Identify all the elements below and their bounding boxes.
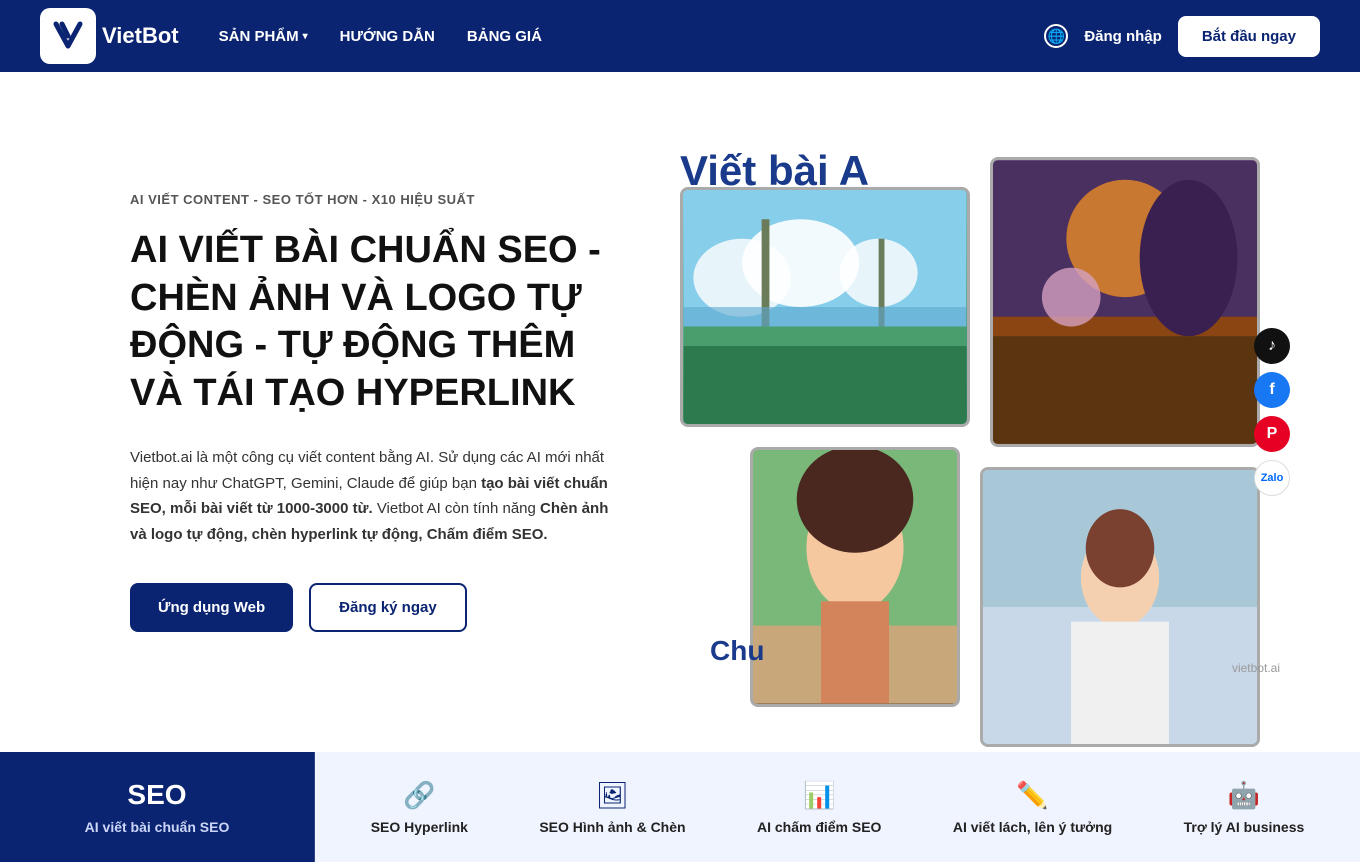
feature-seo-score-label: AI chấm điểm SEO (757, 819, 881, 835)
hero-img-portrait-anime (750, 447, 960, 707)
login-button[interactable]: Đăng nhập (1084, 28, 1162, 45)
hero-left: AI VIẾT CONTENT - SEO TỐT HƠN - X10 HIỆU… (130, 192, 610, 632)
web-app-button[interactable]: Ứng dụng Web (130, 583, 293, 632)
ai-business-icon: 🤖 (1228, 780, 1260, 811)
hero-title: AI VIẾT BÀI CHUẨN SEO - CHÈN ẢNH VÀ LOGO… (130, 227, 610, 417)
zalo-icon: Zalo (1261, 472, 1284, 484)
portrait-white-svg (983, 470, 1257, 744)
tiktok-button[interactable]: ♪ (1254, 328, 1290, 364)
hero-watermark: vietbot.ai (1232, 661, 1280, 675)
feature-hyperlink[interactable]: 🔗 SEO Hyperlink (361, 760, 478, 855)
pinterest-button[interactable]: P (1254, 416, 1290, 452)
hero-img-portrait-horse (990, 157, 1260, 447)
logo-box (40, 8, 96, 64)
seo-subtitle: AI viết bài chuẩn SEO (85, 819, 230, 835)
nav-san-pham[interactable]: SẢN PHẨM ▾ (219, 28, 308, 45)
nav-links: SẢN PHẨM ▾ HƯỚNG DẪN BẢNG GIÁ (219, 28, 1045, 45)
feature-writing-label: AI viết lách, lên ý tưởng (953, 819, 1112, 835)
hero-chu-label: Chu (710, 635, 764, 667)
hero-images: Viết bài A (650, 137, 1290, 687)
feature-ai-business-label: Trợ lý AI business (1184, 819, 1305, 835)
language-button[interactable]: 🌐 (1044, 24, 1068, 48)
navbar: VietBot SẢN PHẨM ▾ HƯỚNG DẪN BẢNG GIÁ 🌐 … (0, 0, 1360, 72)
hyperlink-icon: 🔗 (403, 780, 435, 811)
zalo-button[interactable]: Zalo (1254, 460, 1290, 496)
hero-description: Vietbot.ai là một công cụ viết content b… (130, 445, 610, 547)
nav-right: 🌐 Đăng nhập Bắt đầu ngay (1044, 16, 1320, 57)
nav-huong-dan[interactable]: HƯỚNG DẪN (340, 28, 435, 45)
tiktok-icon: ♪ (1268, 337, 1276, 355)
feature-writing[interactable]: ✏️ AI viết lách, lên ý tưởng (943, 760, 1122, 855)
portrait-anime-svg (753, 450, 957, 704)
bottom-features: 🔗 SEO Hyperlink 🖼 SEO Hình ảnh & Chèn 📊 … (315, 752, 1360, 862)
logo-text: VietBot (102, 23, 179, 49)
register-button[interactable]: Đăng ký ngay (309, 583, 467, 632)
feature-images-label: SEO Hình ảnh & Chèn (539, 819, 685, 835)
seo-box: SEO AI viết bài chuẩn SEO (0, 752, 315, 862)
facebook-icon: f (1269, 381, 1274, 399)
bottom-section: SEO AI viết bài chuẩn SEO 🔗 SEO Hyperlin… (0, 752, 1360, 862)
logo-container[interactable]: VietBot (40, 8, 179, 64)
nav-bang-gia[interactable]: BẢNG GIÁ (467, 28, 542, 45)
hero-right: Viết bài A (650, 137, 1290, 687)
hero-section: AI VIẾT CONTENT - SEO TỐT HƠN - X10 HIỆU… (0, 72, 1360, 752)
start-button[interactable]: Bắt đầu ngay (1178, 16, 1320, 57)
chevron-down-icon: ▾ (303, 31, 308, 42)
logo-svg (48, 16, 88, 56)
feature-ai-business[interactable]: 🤖 Trợ lý AI business (1174, 760, 1315, 855)
hero-img-portrait-white (980, 467, 1260, 747)
hero-subtitle: AI VIẾT CONTENT - SEO TỐT HƠN - X10 HIỆU… (130, 192, 610, 207)
hero-desc-part2: Vietbot AI còn tính năng (373, 500, 540, 517)
seo-score-icon: 📊 (803, 780, 835, 811)
feature-images[interactable]: 🖼 SEO Hình ảnh & Chèn (529, 760, 695, 855)
writing-icon: ✏️ (1016, 780, 1048, 811)
social-sidebar: ♪ f P Zalo (1254, 328, 1290, 496)
seo-title: SEO (127, 779, 186, 811)
hero-image-label: Viết bài A (680, 147, 869, 195)
hero-img-landscape (680, 187, 970, 427)
feature-hyperlink-label: SEO Hyperlink (371, 819, 468, 835)
landscape-svg (683, 190, 967, 424)
portrait-horse-svg (993, 160, 1257, 444)
hero-buttons: Ứng dụng Web Đăng ký ngay (130, 583, 610, 632)
globe-icon: 🌐 (1044, 24, 1068, 48)
pinterest-icon: P (1267, 425, 1278, 443)
images-icon: 🖼 (596, 780, 629, 811)
facebook-button[interactable]: f (1254, 372, 1290, 408)
feature-seo-score[interactable]: 📊 AI chấm điểm SEO (747, 760, 891, 855)
